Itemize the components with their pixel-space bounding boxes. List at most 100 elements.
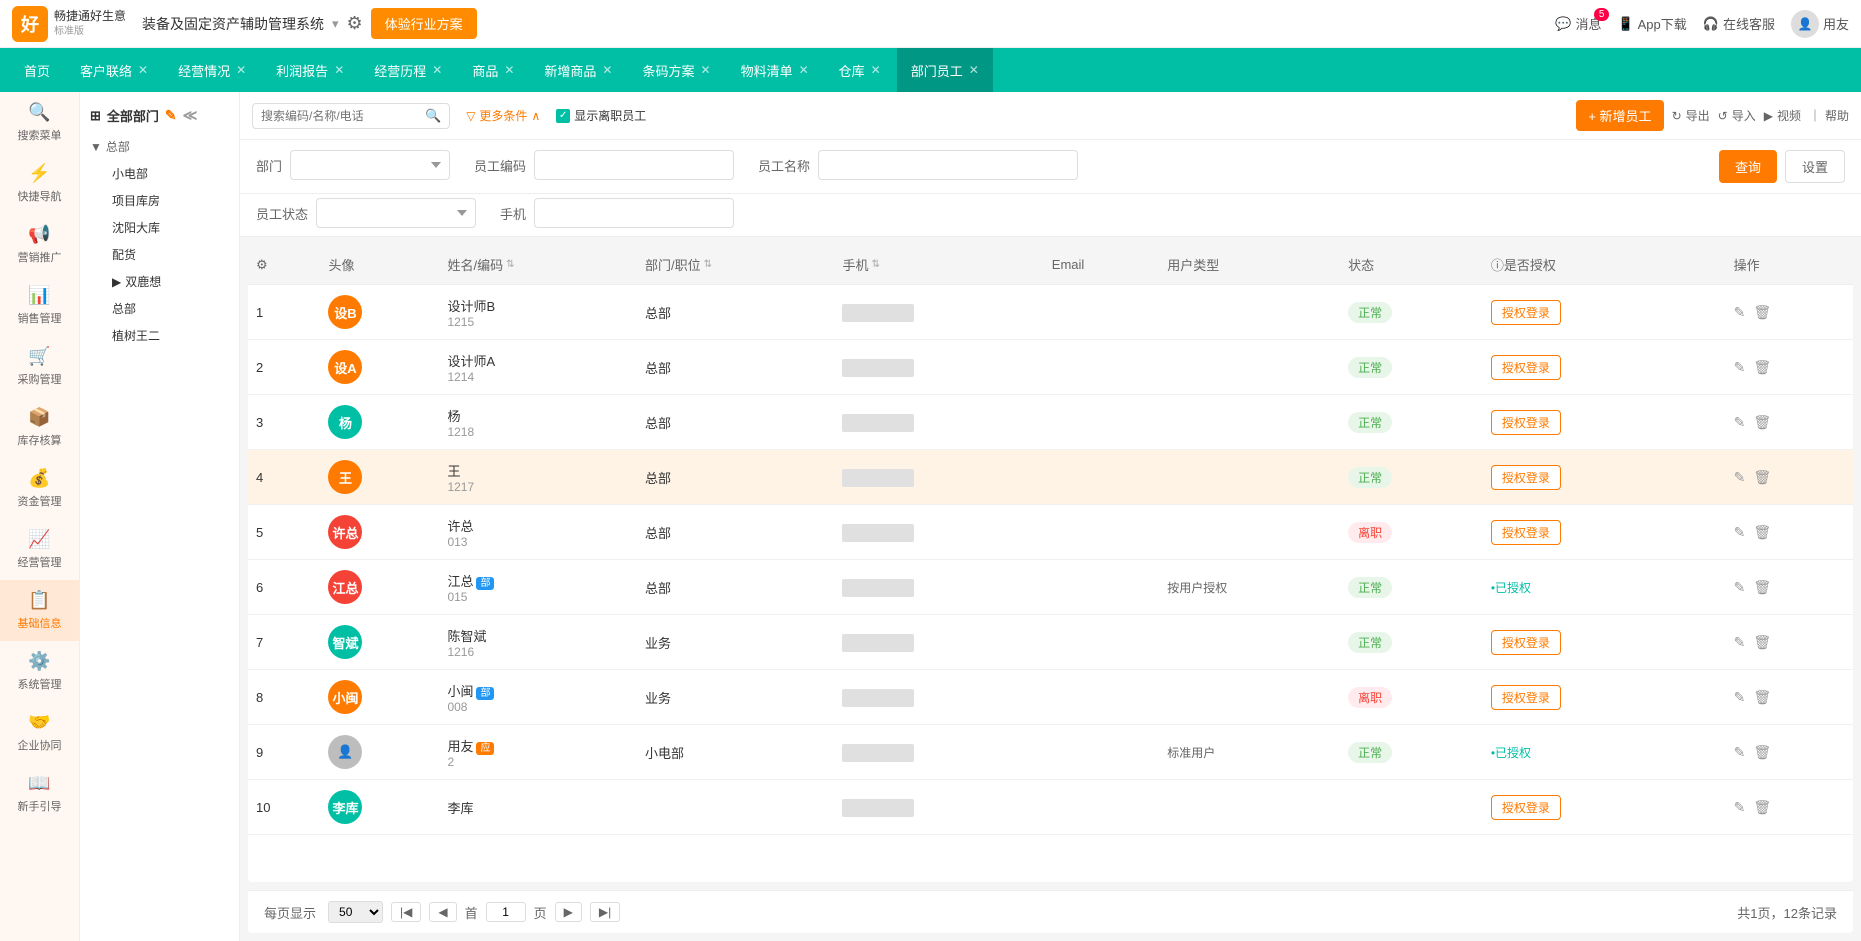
dept-group-toggle[interactable]: ▼ 总部 [80, 133, 239, 160]
per-page-select[interactable]: 50 100 [328, 901, 383, 923]
delete-icon[interactable]: 🗑 [1753, 469, 1771, 486]
dept-item-shuanglu[interactable]: ▶双鹿想 [96, 268, 239, 295]
nav-search-menu[interactable]: 🔍 搜索菜单 [0, 92, 79, 153]
dept-item-shenyang[interactable]: 沈阳大库 [96, 214, 239, 241]
online-service-button[interactable]: 🎧 在线客服 [1703, 14, 1775, 33]
nav-department[interactable]: 部门员工✕ [897, 48, 993, 92]
filter-dept-select[interactable] [290, 150, 450, 180]
dept-item-zhishu[interactable]: 植树王二 [96, 322, 239, 349]
auth-button[interactable]: 授权登录 [1491, 795, 1561, 820]
nav-quick-nav[interactable]: ⚡ 快捷导航 [0, 153, 79, 214]
auth-button[interactable]: 授权登录 [1491, 685, 1561, 710]
nav-operations[interactable]: 📈 经营管理 [0, 519, 79, 580]
reset-button[interactable]: 设置 [1785, 150, 1845, 183]
delete-icon[interactable]: 🗑 [1753, 689, 1771, 706]
auth-button[interactable]: 授权登录 [1491, 465, 1561, 490]
auth-button[interactable]: 授权登录 [1491, 300, 1561, 325]
collapse-dept-icon[interactable]: ≪ [183, 107, 198, 124]
last-page-button[interactable]: ▶| [590, 902, 620, 922]
nav-inventory[interactable]: 📦 库存核算 [0, 397, 79, 458]
nav-system[interactable]: ⚙️ 系统管理 [0, 641, 79, 702]
delete-icon[interactable]: 🗑 [1753, 744, 1771, 761]
col-mobile[interactable]: 手机 [834, 245, 1043, 285]
filter-phone-input[interactable] [534, 198, 734, 228]
dept-item-project[interactable]: 项目库房 [96, 187, 239, 214]
edit-icon[interactable]: ✎ [1734, 634, 1746, 651]
row-usertype [1159, 780, 1340, 835]
edit-icon[interactable]: ✎ [1734, 414, 1746, 431]
settings-button[interactable]: ⚙ [347, 13, 363, 34]
nav-barcode[interactable]: 条码方案✕ [628, 48, 724, 92]
nav-cooperation[interactable]: 🤝 企业协同 [0, 702, 79, 763]
nav-finance[interactable]: 💰 资金管理 [0, 458, 79, 519]
nav-bom[interactable]: 物料清单✕ [727, 48, 823, 92]
user-area[interactable]: 👤 用友 [1791, 10, 1849, 38]
first-page-button[interactable]: |◀ [391, 902, 421, 922]
show-resigned-checkbox[interactable]: ✓ 显示离职员工 [556, 107, 646, 124]
delete-icon[interactable]: 🗑 [1753, 524, 1771, 541]
delete-icon[interactable]: 🗑 [1753, 579, 1771, 596]
dept-item-zongbu[interactable]: 总部 [96, 295, 239, 322]
help-button[interactable]: ｜ 帮助 [1809, 107, 1849, 124]
basic-info-icon: 📋 [28, 590, 50, 611]
try-button[interactable]: 体验行业方案 [371, 8, 477, 39]
delete-icon[interactable]: 🗑 [1753, 799, 1771, 816]
nav-guide[interactable]: 📖 新手引导 [0, 763, 79, 824]
app-download-button[interactable]: 📱 App下载 [1617, 14, 1686, 33]
nav-purchase[interactable]: 🛒 采购管理 [0, 336, 79, 397]
nav-basic-info[interactable]: 📋 基础信息 [0, 580, 79, 641]
dept-item-xiaodian[interactable]: 小电部 [96, 160, 239, 187]
col-settings[interactable]: ⚙ [248, 245, 320, 285]
edit-icon[interactable]: ✎ [1734, 744, 1746, 761]
edit-icon[interactable]: ✎ [1734, 359, 1746, 376]
edit-dept-icon[interactable]: ✎ [165, 107, 177, 124]
row-mobile: -------- [834, 560, 1043, 615]
nav-goods[interactable]: 商品✕ [458, 48, 528, 92]
nav-operation[interactable]: 经营情况✕ [164, 48, 260, 92]
row-mobile: -------- [834, 450, 1043, 505]
filter-empname-input[interactable] [818, 150, 1078, 180]
nav-sales[interactable]: 📊 销售管理 [0, 275, 79, 336]
nav-customer[interactable]: 客户联络✕ [66, 48, 162, 92]
import-button[interactable]: ↺ 导入 [1718, 107, 1756, 124]
delete-icon[interactable]: 🗑 [1753, 304, 1771, 321]
nav-marketing[interactable]: 📢 营销推广 [0, 214, 79, 275]
filter-empcode-input[interactable] [534, 150, 734, 180]
edit-icon[interactable]: ✎ [1734, 524, 1746, 541]
edit-icon[interactable]: ✎ [1734, 469, 1746, 486]
query-button[interactable]: 查询 [1719, 150, 1777, 183]
delete-icon[interactable]: 🗑 [1753, 359, 1771, 376]
edit-icon[interactable]: ✎ [1734, 799, 1746, 816]
view-button[interactable]: ▶ 视频 [1764, 107, 1801, 124]
add-employee-button[interactable]: + 新增员工 [1576, 100, 1663, 131]
auth-button[interactable]: 授权登录 [1491, 410, 1561, 435]
auth-button[interactable]: 授权登录 [1491, 355, 1561, 380]
nav-history[interactable]: 经营历程✕ [360, 48, 456, 92]
nav-warehouse[interactable]: 仓库✕ [825, 48, 895, 92]
edit-icon[interactable]: ✎ [1734, 689, 1746, 706]
table-row: 6江总江总部015总部--------按用户授权正常•已授权✎🗑 [248, 560, 1853, 615]
auth-button[interactable]: 授权登录 [1491, 630, 1561, 655]
nav-home[interactable]: 首页 [10, 48, 64, 92]
system-dropdown-icon[interactable]: ▾ [332, 16, 339, 32]
prev-page-button[interactable]: ◀ [429, 902, 456, 922]
delete-icon[interactable]: 🗑 [1753, 414, 1771, 431]
search-input[interactable] [261, 109, 421, 123]
col-dept[interactable]: 部门/职位 [637, 245, 835, 285]
auth-button[interactable]: 授权登录 [1491, 520, 1561, 545]
current-page-input[interactable] [486, 902, 526, 922]
edit-icon[interactable]: ✎ [1734, 304, 1746, 321]
nav-add-goods[interactable]: 新增商品✕ [530, 48, 626, 92]
dept-item-peihuo[interactable]: 配货 [96, 241, 239, 268]
filter-empstatus-select[interactable] [316, 198, 476, 228]
edit-icon[interactable]: ✎ [1734, 579, 1746, 596]
delete-icon[interactable]: 🗑 [1753, 634, 1771, 651]
message-button[interactable]: 💬 消息 5 [1555, 14, 1601, 33]
row-email [1044, 340, 1159, 395]
export-button[interactable]: ↻ 导出 [1672, 107, 1710, 124]
col-name[interactable]: 姓名/编码 [439, 245, 637, 285]
more-filter-button[interactable]: ▽ 更多条件 ∧ [458, 103, 548, 128]
next-page-button[interactable]: ▶ [555, 902, 582, 922]
all-dept-label[interactable]: 全部部门 [107, 106, 159, 125]
nav-profit[interactable]: 利润报告✕ [262, 48, 358, 92]
